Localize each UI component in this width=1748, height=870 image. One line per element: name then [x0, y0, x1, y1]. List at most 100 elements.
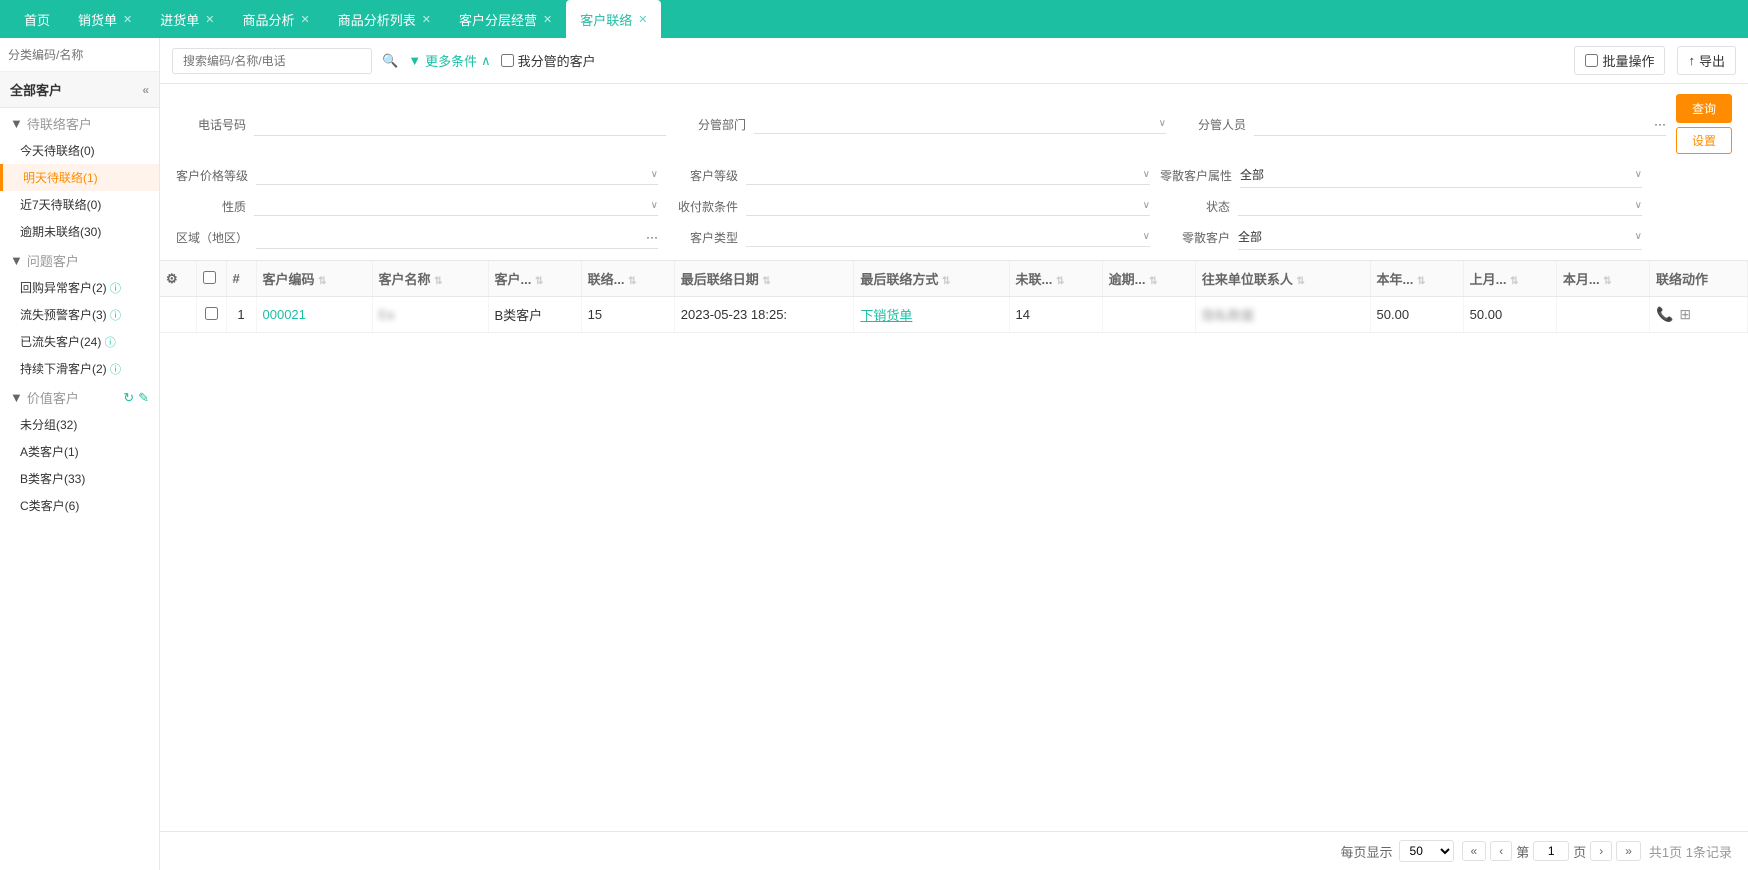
close-icon[interactable]: ✕ — [205, 13, 214, 26]
close-icon[interactable]: ✕ — [422, 13, 431, 26]
customer-level-select[interactable]: ∨ — [746, 165, 1150, 185]
sidebar-item-lost[interactable]: 已流失客户(24) ⓘ — [0, 328, 159, 355]
row-num: 1 — [226, 297, 256, 333]
dept-select[interactable]: ∨ — [754, 114, 1166, 134]
close-icon[interactable]: ✕ — [123, 13, 132, 26]
nav-tab-customer-contact[interactable]: 客户联络 ✕ — [566, 0, 661, 38]
phone-action-icon[interactable]: 📞 — [1656, 306, 1673, 323]
sort-icon: ⇅ — [1149, 276, 1157, 287]
nav-tab-customer-segment[interactable]: 客户分层经营 ✕ — [445, 0, 566, 38]
close-icon[interactable]: ✕ — [301, 13, 310, 26]
row-this-year: 50.00 — [1370, 297, 1463, 333]
batch-checkbox[interactable] — [1585, 54, 1598, 67]
export-btn[interactable]: ↑ 导出 — [1677, 46, 1736, 75]
all-customers-btn[interactable]: 全部客户 « — [0, 72, 159, 108]
select-all-checkbox[interactable] — [203, 271, 216, 284]
sidebar-item-repurchase-abnormal[interactable]: 回购异常客户(2) ⓘ — [0, 274, 159, 301]
sidebar-item-declining[interactable]: 持续下滑客户(2) ⓘ — [0, 355, 159, 382]
close-icon[interactable]: ✕ — [543, 13, 552, 26]
region-select[interactable]: ··· — [256, 226, 658, 249]
filter-cell-payment: 收付款条件 ∨ — [668, 196, 1150, 216]
status-select[interactable]: ∨ — [1238, 196, 1642, 216]
more-filters-btn[interactable]: ▼ 更多条件 ∧ — [408, 51, 490, 70]
row-last-month: 50.00 — [1463, 297, 1556, 333]
last-page-btn[interactable]: » — [1616, 841, 1641, 861]
settings-btn[interactable]: 设置 — [1676, 127, 1732, 154]
col-contact-person[interactable]: 往来单位联系人 ⇅ — [1195, 261, 1370, 297]
sidebar-item-class-b[interactable]: B类客户(33) — [0, 465, 159, 492]
sidebar-item-loss-warning[interactable]: 流失预警客户(3) ⓘ — [0, 301, 159, 328]
filter-cell-retail-attr: 零散客户属性 全部 ∨ — [1160, 162, 1642, 188]
sidebar-search-input[interactable] — [8, 48, 160, 62]
query-btn[interactable]: 查询 — [1676, 94, 1732, 123]
price-level-select[interactable]: ∨ — [256, 165, 658, 185]
col-no-contact[interactable]: 未联... ⇅ — [1009, 261, 1102, 297]
dots-icon[interactable]: ··· — [646, 230, 658, 244]
last-method-link[interactable]: 下销货单 — [860, 308, 912, 323]
row-last-method[interactable]: 下销货单 — [854, 297, 1009, 333]
sidebar-item-class-c[interactable]: C类客户(6) — [0, 492, 159, 519]
dots-icon[interactable]: ··· — [1654, 117, 1666, 131]
sidebar-item-week[interactable]: 近7天待联络(0) — [0, 191, 159, 218]
customer-type-label: 客户类型 — [668, 229, 738, 246]
chevron-down-icon: ∨ — [1143, 231, 1150, 242]
nav-tab-analysis[interactable]: 商品分析 ✕ — [228, 0, 323, 38]
edit-icon[interactable]: ✎ — [138, 390, 149, 406]
col-this-year[interactable]: 本年... ⇅ — [1370, 261, 1463, 297]
refresh-icon[interactable]: ↻ — [123, 390, 134, 406]
person-select[interactable]: ··· — [1254, 113, 1666, 136]
col-name[interactable]: 客户名称 ⇅ — [372, 261, 488, 297]
col-last-date[interactable]: 最后联络日期 ⇅ — [674, 261, 854, 297]
first-page-btn[interactable]: « — [1462, 841, 1487, 861]
my-customers-checkbox[interactable]: 我分管的客户 — [501, 51, 596, 70]
per-page-select[interactable]: 50 100 200 — [1399, 840, 1454, 862]
col-overdue[interactable]: 逾期... ⇅ — [1102, 261, 1195, 297]
col-num: # — [226, 261, 256, 297]
col-contact-count[interactable]: 联络... ⇅ — [581, 261, 674, 297]
triangle-icon: ▼ — [10, 116, 23, 131]
sidebar-item-overdue[interactable]: 逾期未联络(30) — [0, 218, 159, 245]
sidebar-item-class-a[interactable]: A类客户(1) — [0, 438, 159, 465]
person-label: 分管人员 — [1176, 116, 1246, 133]
chevron-down-icon: ∨ — [1143, 169, 1150, 180]
sidebar-item-ungrouped[interactable]: 未分组(32) — [0, 411, 159, 438]
col-code[interactable]: 客户编码 ⇅ — [256, 261, 372, 297]
sidebar-item-today[interactable]: 今天待联络(0) — [0, 137, 159, 164]
search-icon[interactable]: 🔍 — [382, 53, 398, 69]
nav-tab-purchase[interactable]: 进货单 ✕ — [146, 0, 228, 38]
next-page-btn[interactable]: › — [1590, 841, 1612, 861]
nav-tab-sale[interactable]: 销货单 ✕ — [64, 0, 146, 38]
settings-icon[interactable]: ⚙ — [166, 271, 178, 286]
filter-actions: 查询 设置 — [1676, 94, 1732, 154]
my-customers-check[interactable] — [501, 54, 514, 67]
nature-select[interactable]: ∨ — [254, 196, 658, 216]
col-last-method[interactable]: 最后联络方式 ⇅ — [854, 261, 1009, 297]
search-input[interactable] — [172, 48, 372, 74]
page-input[interactable] — [1533, 841, 1569, 861]
row-name[interactable]: Ea — [372, 297, 488, 333]
close-icon[interactable]: ✕ — [638, 13, 647, 26]
batch-op-btn[interactable]: 批量操作 — [1574, 46, 1665, 75]
row-checkbox-cell — [196, 297, 226, 333]
payment-select[interactable]: ∨ — [746, 196, 1150, 216]
filter-cell-customer-type: 客户类型 ∨ — [668, 227, 1150, 247]
sidebar-item-tomorrow[interactable]: 明天待联络(1) — [0, 164, 159, 191]
nav-tab-analysis-list[interactable]: 商品分析列表 ✕ — [324, 0, 445, 38]
retail-attr-select[interactable]: 全部 ∨ — [1240, 162, 1642, 188]
col-last-month[interactable]: 上月... ⇅ — [1463, 261, 1556, 297]
retail-select[interactable]: 全部 ∨ — [1238, 224, 1642, 250]
retail-attr-label: 零散客户属性 — [1160, 167, 1232, 184]
col-type[interactable]: 客户... ⇅ — [488, 261, 581, 297]
row-action: 📞 ⊞ — [1649, 297, 1747, 333]
col-settings[interactable]: ⚙ — [160, 261, 196, 297]
row-code[interactable]: 000021 — [256, 297, 372, 333]
phone-input[interactable] — [254, 113, 666, 136]
grid-action-icon[interactable]: ⊞ — [1679, 306, 1691, 323]
row-checkbox[interactable] — [205, 307, 218, 320]
customer-type-select[interactable]: ∨ — [746, 227, 1150, 247]
sort-icon: ⇅ — [628, 276, 636, 287]
prev-page-btn[interactable]: ‹ — [1490, 841, 1512, 861]
nav-home[interactable]: 首页 — [10, 0, 64, 38]
status-label: 状态 — [1160, 198, 1230, 215]
col-this-month[interactable]: 本月... ⇅ — [1556, 261, 1649, 297]
